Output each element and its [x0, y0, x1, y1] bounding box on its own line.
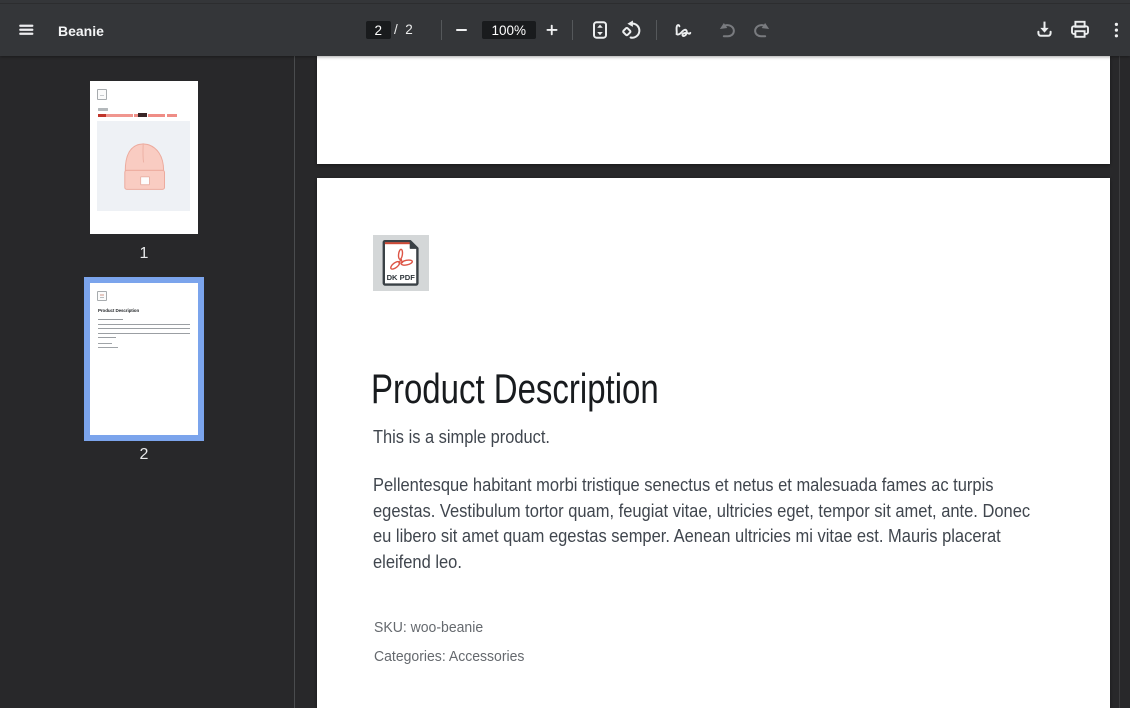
svg-text:DK PDF: DK PDF — [387, 273, 416, 282]
